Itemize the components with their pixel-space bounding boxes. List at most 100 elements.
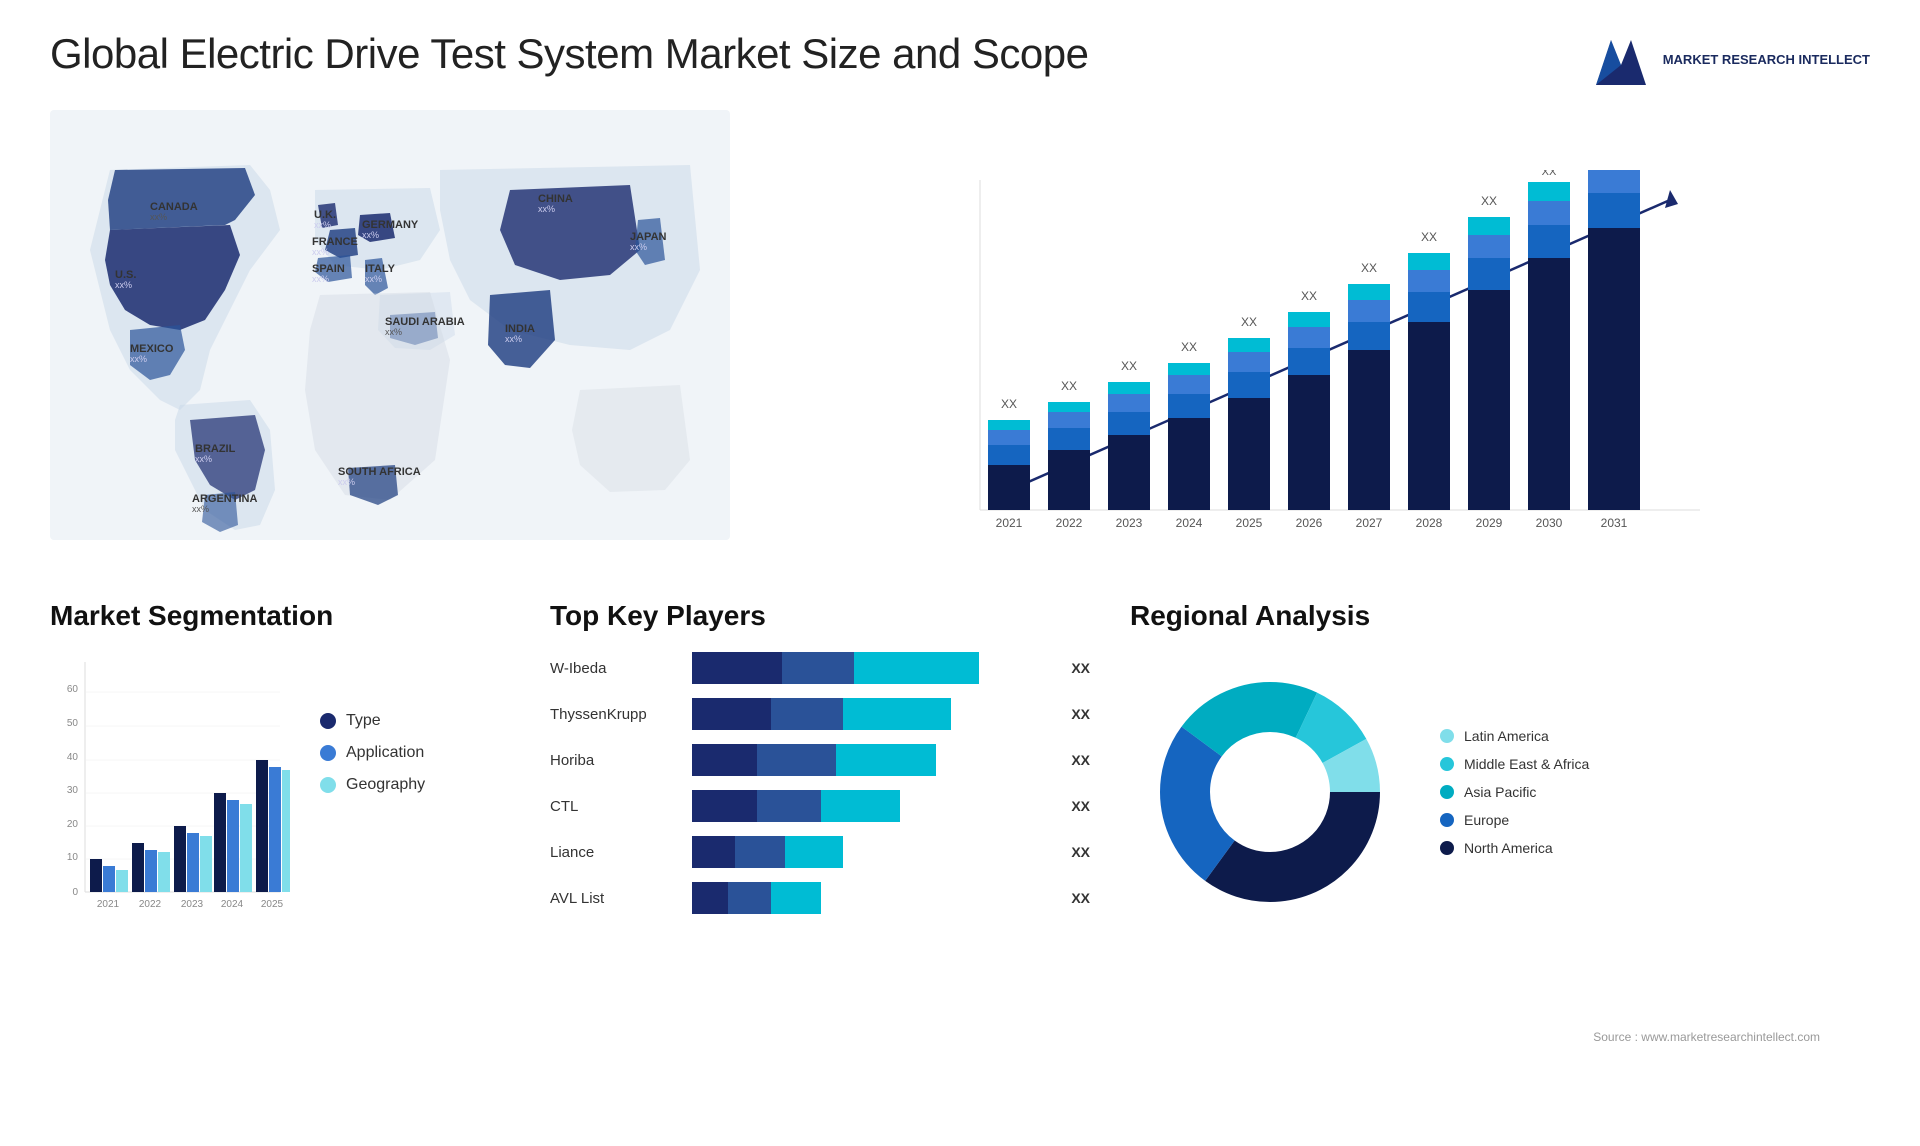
seg-chart-area: 0 10 20 30 40 50 60	[50, 652, 510, 932]
regional-label-north-america: North America	[1464, 840, 1553, 856]
svg-text:XX: XX	[1301, 289, 1317, 303]
bar-mid-avl	[728, 882, 771, 914]
player-row-liance: Liance XX	[550, 836, 1090, 868]
player-row-wibeda: W-Ibeda XX	[550, 652, 1090, 684]
key-players-section: Top Key Players W-Ibeda XX ThyssenKrupp	[530, 600, 1110, 1030]
player-bar-horiba	[692, 744, 1051, 776]
bar-light-wibeda	[854, 652, 980, 684]
bar-chart-container: XX 2021 XX 2022 XX 2023	[730, 110, 1870, 570]
bar-dark-ctl	[692, 790, 757, 822]
svg-text:50: 50	[67, 718, 79, 729]
logo-text: MARKET RESEARCH INTELLECT	[1663, 52, 1870, 69]
svg-text:XX: XX	[1121, 359, 1137, 373]
regional-north-america: North America	[1440, 840, 1589, 856]
svg-text:xx%: xx%	[630, 242, 647, 252]
player-row-horiba: Horiba XX	[550, 744, 1090, 776]
regional-label-asia: Asia Pacific	[1464, 784, 1536, 800]
bottom-section: Market Segmentation 0 10 20 30 40 50 60	[50, 600, 1870, 1030]
regional-content: Latin America Middle East & Africa Asia …	[1130, 652, 1870, 932]
seg-chart-svg: 0 10 20 30 40 50 60	[50, 652, 290, 932]
player-value-ctl: XX	[1071, 798, 1090, 814]
segmentation-title: Market Segmentation	[50, 600, 510, 632]
player-name-horiba: Horiba	[550, 752, 680, 769]
bar-chart-svg: XX 2021 XX 2022 XX 2023	[770, 170, 1870, 570]
player-name-ctl: CTL	[550, 798, 680, 815]
player-value-avl: XX	[1071, 890, 1090, 906]
svg-text:xx%: xx%	[312, 274, 329, 284]
svg-text:2023: 2023	[1116, 516, 1143, 530]
svg-text:xx%: xx%	[505, 334, 522, 344]
svg-text:40: 40	[67, 752, 79, 763]
regional-title: Regional Analysis	[1130, 600, 1870, 632]
legend-type-label: Type	[346, 712, 381, 730]
regional-europe: Europe	[1440, 812, 1589, 828]
player-value-liance: XX	[1071, 844, 1090, 860]
player-row-thyssen: ThyssenKrupp XX	[550, 698, 1090, 730]
bar-light-ctl	[821, 790, 900, 822]
top-section: CANADA xx% U.S. xx% MEXICO xx% BRAZIL xx…	[50, 110, 1870, 570]
seg-legend: Type Application Geography	[320, 652, 425, 794]
svg-text:2029: 2029	[1476, 516, 1503, 530]
page-container: Global Electric Drive Test System Market…	[0, 0, 1920, 1146]
player-bar-ctl	[692, 790, 1051, 822]
regional-dot-europe	[1440, 813, 1454, 827]
svg-text:2023: 2023	[181, 899, 204, 910]
svg-text:2027: 2027	[1356, 516, 1383, 530]
bar-light-avl	[771, 882, 821, 914]
player-name-wibeda: W-Ibeda	[550, 660, 680, 677]
logo-container: MARKET RESEARCH INTELLECT	[1591, 30, 1870, 90]
svg-text:xx%: xx%	[314, 220, 331, 230]
regional-dot-north-america	[1440, 841, 1454, 855]
svg-text:2021: 2021	[996, 516, 1023, 530]
svg-text:XX: XX	[1481, 194, 1497, 208]
svg-text:30: 30	[67, 785, 79, 796]
regional-label-europe: Europe	[1464, 812, 1509, 828]
regional-label-latin: Latin America	[1464, 728, 1549, 744]
svg-text:xx%: xx%	[312, 247, 329, 257]
svg-text:10: 10	[67, 852, 79, 863]
svg-text:2024: 2024	[221, 899, 244, 910]
regional-dot-mea	[1440, 757, 1454, 771]
regional-section: Regional Analysis	[1110, 600, 1870, 1030]
svg-text:xx%: xx%	[192, 504, 209, 514]
svg-text:2030: 2030	[1536, 516, 1563, 530]
legend-geography: Geography	[320, 776, 425, 794]
player-value-horiba: XX	[1071, 752, 1090, 768]
bar-mid-horiba	[757, 744, 836, 776]
regional-latin-america: Latin America	[1440, 728, 1589, 744]
players-list: W-Ibeda XX ThyssenKrupp XX	[550, 652, 1090, 914]
page-title: Global Electric Drive Test System Market…	[50, 30, 1088, 78]
svg-text:XX: XX	[1061, 379, 1077, 393]
regional-label-mea: Middle East & Africa	[1464, 756, 1589, 772]
svg-text:xx%: xx%	[150, 212, 167, 222]
player-name-thyssen: ThyssenKrupp	[550, 706, 680, 723]
svg-text:xx%: xx%	[385, 327, 402, 337]
svg-text:xx%: xx%	[365, 274, 382, 284]
bar-mid-liance	[735, 836, 785, 868]
bar-mid-thyssen	[771, 698, 843, 730]
svg-text:2031: 2031	[1601, 516, 1628, 530]
svg-text:2028: 2028	[1416, 516, 1443, 530]
player-value-thyssen: XX	[1071, 706, 1090, 722]
legend-application-label: Application	[346, 744, 424, 762]
bar-mid-ctl	[757, 790, 822, 822]
svg-text:XX: XX	[1181, 340, 1197, 354]
brand-logo-icon	[1591, 30, 1651, 90]
bar-dark-avl	[692, 882, 728, 914]
svg-text:xx%: xx%	[538, 204, 555, 214]
svg-text:XX: XX	[1001, 397, 1017, 411]
segmentation-section: Market Segmentation 0 10 20 30 40 50 60	[50, 600, 530, 1030]
bar-light-liance	[785, 836, 842, 868]
player-name-liance: Liance	[550, 844, 680, 861]
header: Global Electric Drive Test System Market…	[50, 30, 1870, 90]
key-players-title: Top Key Players	[550, 600, 1090, 632]
svg-text:20: 20	[67, 819, 79, 830]
svg-text:xx%: xx%	[195, 454, 212, 464]
regional-mea: Middle East & Africa	[1440, 756, 1589, 772]
svg-text:60: 60	[67, 684, 79, 695]
bar-light-horiba	[836, 744, 937, 776]
bar-dark-horiba	[692, 744, 757, 776]
svg-text:xx%: xx%	[338, 477, 355, 487]
player-name-avl: AVL List	[550, 890, 680, 907]
regional-dot-asia	[1440, 785, 1454, 799]
